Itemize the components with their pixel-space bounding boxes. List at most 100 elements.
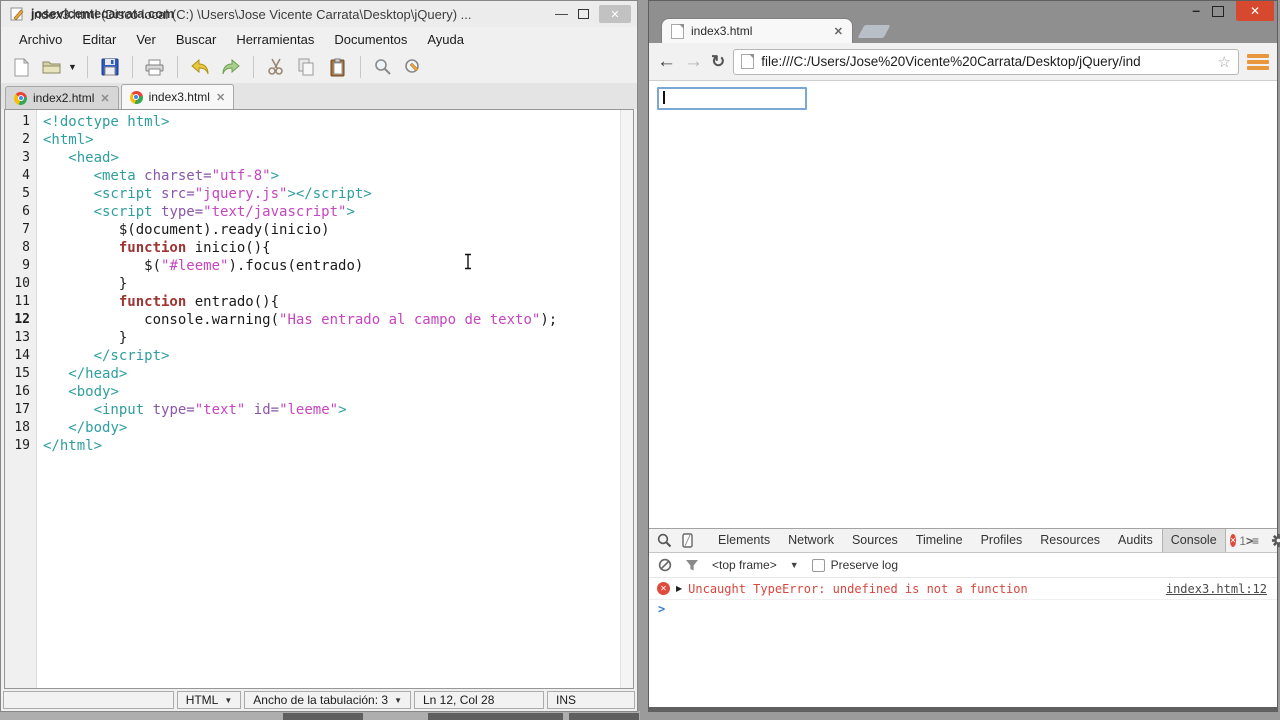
menu-item-ver[interactable]: Ver: [126, 29, 166, 50]
error-icon: ✕: [657, 582, 670, 595]
copy-icon[interactable]: [295, 55, 319, 79]
line-number: 14: [14, 348, 30, 363]
menu-item-buscar[interactable]: Buscar: [166, 29, 226, 50]
line-number: 3: [22, 150, 30, 165]
code-line-row: 5 <script src="jquery.js"></script>: [5, 185, 620, 203]
status-language-select[interactable]: HTML ▼: [176, 691, 242, 709]
error-badge-icon[interactable]: ✕: [1229, 534, 1237, 547]
console-source-link[interactable]: index3.html:12: [1166, 582, 1267, 596]
watermark-text: josevicentecarrata.com: [31, 7, 175, 21]
code-line-row: 18 </body>: [5, 419, 620, 437]
editor-toolbar: ▼: [1, 51, 637, 83]
code-editor[interactable]: 1 <!doctype html> 2 <html> 3 <head> 4 <meta c…: [4, 109, 634, 689]
open-dropdown-icon[interactable]: ▼: [68, 62, 77, 72]
minimize-button[interactable]: –: [1192, 1, 1200, 19]
line-number: 6: [22, 204, 30, 219]
page-file-icon: [741, 54, 755, 69]
line-number: 16: [14, 384, 30, 399]
page-text-input[interactable]: [657, 87, 807, 110]
screen: index3.html (Disco local (C:) \Users\Jos…: [0, 0, 1280, 720]
open-file-icon[interactable]: [40, 55, 64, 79]
minimize-button[interactable]: —: [555, 5, 568, 23]
status-cursor-position: Ln 12, Col 28: [414, 691, 544, 709]
console-drawer-icon[interactable]: >≡: [1246, 534, 1259, 548]
devtools-tab-console[interactable]: Console: [1161, 529, 1226, 552]
preserve-log-checkbox[interactable]: [811, 558, 825, 572]
frame-selector[interactable]: <top frame>: [712, 558, 777, 572]
menu-item-herramientas[interactable]: Herramientas: [226, 29, 324, 50]
settings-gear-icon[interactable]: [1271, 533, 1280, 548]
new-tab-button[interactable]: [857, 25, 891, 38]
maximize-button[interactable]: [1212, 6, 1224, 17]
line-number: 8: [22, 240, 30, 255]
code-line-text: <body>: [68, 384, 119, 400]
status-tab-width-select[interactable]: Ancho de la tabulación: 3 ▼: [244, 691, 411, 709]
devtools-panel: Elements Network Sources Timeline Profiles Re…: [649, 528, 1280, 707]
console-error-row: ✕ ▶ Uncaught TypeError: undefined is not…: [649, 578, 1277, 600]
browser-tab[interactable]: index3.html ✕: [661, 18, 853, 43]
editor-tab-index3.html[interactable]: index3.html ✕: [120, 84, 235, 109]
code-line-text: }: [43, 330, 128, 346]
code-line-text: <script type="text/javascript">: [93, 204, 355, 220]
code-lines: 1 <!doctype html> 2 <html> 3 <head> 4 <meta c…: [5, 113, 620, 455]
close-button[interactable]: ✕: [1236, 1, 1274, 21]
redo-icon[interactable]: [219, 55, 243, 79]
inspect-element-icon[interactable]: [657, 533, 672, 548]
find-icon[interactable]: [371, 55, 395, 79]
code-line-row: 15 </head>: [5, 365, 620, 383]
bookmark-star-icon[interactable]: ☆: [1218, 53, 1231, 71]
filter-funnel-icon[interactable]: [685, 559, 699, 572]
editor-statusbar: HTML ▼ Ancho de la tabulación: 3 ▼ Ln 12…: [1, 689, 637, 711]
devtools-tab-resources[interactable]: Resources: [1031, 529, 1109, 552]
paste-icon[interactable]: [326, 55, 350, 79]
devtools-tab-audits[interactable]: Audits: [1109, 529, 1162, 552]
browser-tab-title: index3.html: [691, 24, 753, 38]
menu-item-documentos[interactable]: Documentos: [324, 29, 417, 50]
tab-close-icon[interactable]: ✕: [834, 25, 843, 38]
error-count[interactable]: 1: [1239, 534, 1246, 548]
code-line-row: 12 console.warning("Has entrado al campo…: [5, 311, 620, 329]
save-icon[interactable]: [98, 55, 122, 79]
cut-icon[interactable]: [264, 55, 288, 79]
devtools-tab-sources[interactable]: Sources: [843, 529, 907, 552]
menu-item-archivo[interactable]: Archivo: [9, 29, 72, 50]
device-mode-icon[interactable]: [682, 533, 693, 548]
devtools-tab-profiles[interactable]: Profiles: [972, 529, 1032, 552]
back-icon[interactable]: ←: [657, 51, 676, 73]
console-prompt-row[interactable]: >: [649, 600, 1277, 618]
new-file-icon[interactable]: [9, 55, 33, 79]
menu-item-editar[interactable]: Editar: [72, 29, 126, 50]
code-line-text: <html>: [43, 132, 94, 148]
editor-tab-index2.html[interactable]: index2.html ✕: [5, 86, 119, 109]
line-number: 5: [22, 186, 30, 201]
menu-hamburger-icon[interactable]: [1247, 53, 1269, 70]
code-line-row: 1 <!doctype html>: [5, 113, 620, 131]
devtools-tab-elements[interactable]: Elements: [709, 529, 779, 552]
editor-app-icon: [10, 7, 24, 21]
code-line-text: }: [43, 276, 128, 292]
expand-triangle-icon[interactable]: ▶: [676, 584, 682, 593]
menu-item-ayuda[interactable]: Ayuda: [417, 29, 474, 50]
chevron-down-icon[interactable]: ▼: [790, 560, 799, 570]
status-message: [3, 691, 174, 709]
maximize-button[interactable]: [578, 9, 589, 19]
text-caret: [663, 91, 665, 104]
find-replace-icon[interactable]: [402, 55, 426, 79]
close-button[interactable]: ✕: [599, 5, 631, 23]
console-error-message: Uncaught TypeError: undefined is not a f…: [688, 581, 1028, 596]
devtools-tab-network[interactable]: Network: [779, 529, 843, 552]
page-file-icon: [671, 23, 684, 39]
browser-viewport: [649, 81, 1277, 529]
undo-icon[interactable]: [188, 55, 212, 79]
forward-icon[interactable]: →: [684, 51, 703, 73]
code-line-row: 4 <meta charset="utf-8">: [5, 167, 620, 185]
clear-console-icon[interactable]: [658, 558, 672, 572]
editor-scrollbar[interactable]: [620, 110, 633, 688]
reload-icon[interactable]: ↻: [711, 51, 725, 73]
tab-close-icon[interactable]: ✕: [100, 92, 109, 105]
address-bar[interactable]: file:///C:/Users/Jose%20Vicente%20Carrat…: [733, 48, 1239, 75]
status-insert-mode: INS: [547, 691, 635, 709]
devtools-tab-timeline[interactable]: Timeline: [907, 529, 972, 552]
tab-close-icon[interactable]: ✕: [216, 91, 225, 104]
print-icon[interactable]: [143, 55, 167, 79]
